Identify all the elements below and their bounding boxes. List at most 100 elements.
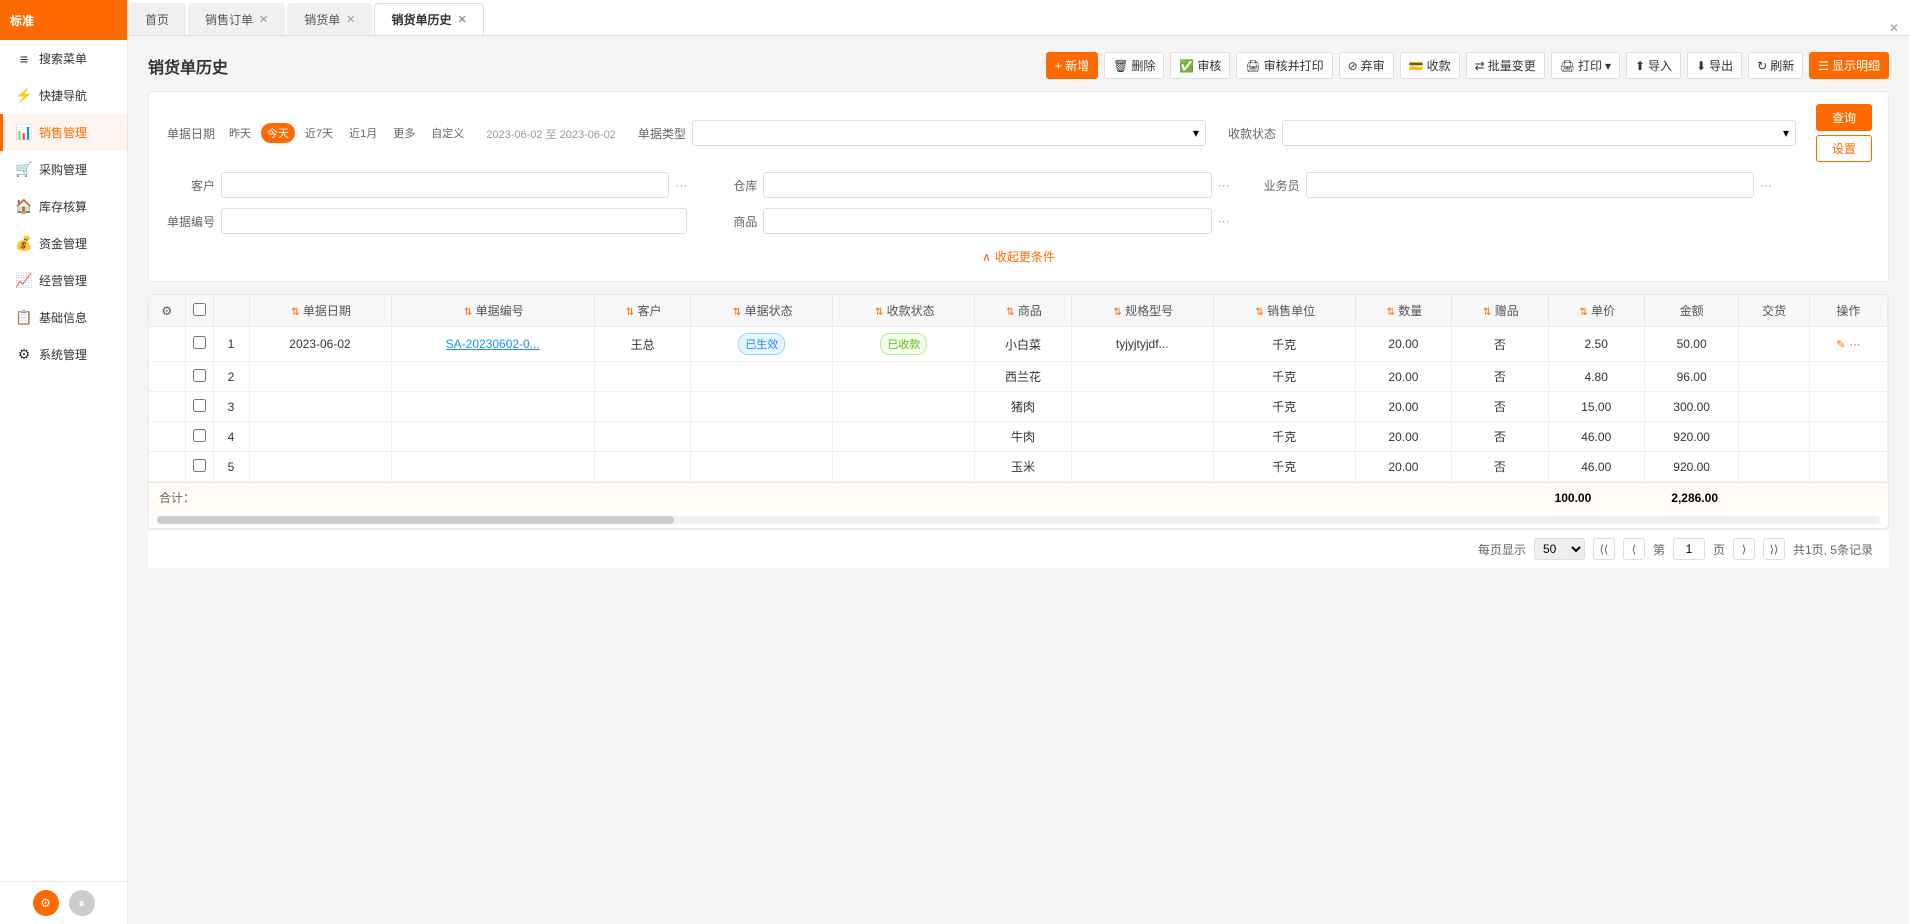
sidebar-item-stock-calc[interactable]: 🏠 库存核算 — [0, 188, 127, 225]
add-button[interactable]: + 新增 — [1046, 52, 1098, 79]
sidebar-item-quick-nav[interactable]: ⚡ 快捷导航 — [0, 77, 127, 114]
show-detail-button[interactable]: ☰ 显示明细 — [1809, 52, 1889, 79]
edit-action-btn[interactable]: ✎ — [1836, 339, 1845, 351]
goods-input[interactable] — [763, 208, 1211, 234]
col-customer[interactable]: ⇅ 客户 — [594, 295, 690, 327]
col-quantity[interactable]: ⇅ 数量 — [1355, 295, 1451, 327]
data-table: ⚙ ⇅ 单据日期 ⇅ 单据编号 ⇅ 客户 — [149, 295, 1888, 482]
finance-icon: 💰 — [15, 235, 33, 252]
abandon-button[interactable]: ⊘ 弃审 — [1339, 52, 1394, 79]
export-button[interactable]: ⬇ 导出 — [1687, 52, 1742, 79]
page-next-btn[interactable]: ⟩ — [1733, 538, 1755, 560]
horizontal-scrollbar[interactable] — [157, 516, 1880, 524]
warehouse-ellipsis[interactable]: ··· — [1218, 178, 1230, 192]
sidebar-item-sys-mgmt[interactable]: ⚙ 系统管理 — [0, 336, 127, 373]
sort-icon: ⇅ — [291, 307, 299, 318]
sidebar-item-ops-mgmt[interactable]: 📈 经营管理 — [0, 262, 127, 299]
page-title: 销货单历史 — [148, 54, 228, 78]
col-gift[interactable]: ⇅ 赠品 — [1452, 295, 1548, 327]
print-button[interactable]: 🖨 打印 ▾ — [1551, 52, 1620, 79]
row-pay-status: 已收款 — [833, 327, 975, 362]
review-print-button[interactable]: 🖨 审核并打印 — [1236, 52, 1332, 79]
table-row: 2西兰花千克20.00否4.8096.00 — [149, 362, 1888, 392]
warehouse-input[interactable] — [763, 172, 1211, 198]
col-gear[interactable]: ⚙ — [149, 295, 185, 327]
doc-no-input[interactable] — [221, 208, 687, 234]
batch-change-button[interactable]: ⇄ 批量变更 — [1466, 52, 1545, 79]
customer-ellipsis[interactable]: ··· — [675, 178, 687, 192]
setting-button[interactable]: 设置 — [1816, 135, 1872, 162]
stock-icon: 🏠 — [15, 198, 33, 215]
row-amount: 50.00 — [1644, 327, 1738, 362]
goods-ellipsis[interactable]: ··· — [1218, 214, 1230, 228]
row-unit-price: 15.00 — [1548, 392, 1644, 422]
sort-icon: ⇅ — [1006, 307, 1014, 318]
tab-close-sales-order[interactable]: ✕ — [259, 13, 268, 26]
scrollbar-thumb[interactable] — [157, 516, 674, 524]
page-first-btn[interactable]: ⟨⟨ — [1593, 538, 1615, 560]
tab-sales-order[interactable]: 销售订单 ✕ — [188, 3, 285, 35]
collect-button[interactable]: 💳 收款 — [1400, 52, 1460, 79]
sidebar-item-finance-mgmt[interactable]: 💰 资金管理 — [0, 225, 127, 262]
tab-close-sales-goods[interactable]: ✕ — [346, 13, 355, 26]
page-prev-btn[interactable]: ⟨ — [1623, 538, 1645, 560]
delete-button[interactable]: 🗑 删除 — [1104, 52, 1164, 79]
page-input[interactable] — [1673, 538, 1705, 560]
export-icon: ⬇ — [1696, 59, 1706, 73]
date-pill-more[interactable]: 更多 — [387, 123, 421, 143]
per-page-select[interactable]: 50 100 200 — [1534, 538, 1585, 560]
col-goods[interactable]: ⇅ 商品 — [975, 295, 1071, 327]
tab-bar-close-all[interactable]: ✕ — [1889, 21, 1909, 35]
date-pill-1month[interactable]: 近1月 — [343, 123, 383, 143]
row-amount: 300.00 — [1644, 392, 1738, 422]
tab-close-sales-history[interactable]: ✕ — [458, 13, 467, 26]
tab-sales-goods[interactable]: 销货单 ✕ — [287, 3, 372, 35]
col-doc-no[interactable]: ⇅ 单据编号 — [391, 295, 594, 327]
sidebar-settings-btn[interactable]: ⚙ — [33, 890, 59, 916]
row-transaction — [1739, 452, 1809, 482]
sidebar-item-sales-mgmt[interactable]: 📊 销售管理 — [0, 114, 127, 151]
sidebar-item-basic-info[interactable]: 📋 基础信息 — [0, 299, 127, 336]
customer-input[interactable] — [221, 172, 669, 198]
col-pay-status[interactable]: ⇅ 收款状态 — [833, 295, 975, 327]
sidebar-pause-btn[interactable]: ⏸ — [69, 890, 95, 916]
row-checkbox[interactable] — [185, 392, 213, 422]
select-all-checkbox[interactable] — [193, 303, 206, 316]
more-action-btn[interactable]: ⋯ — [1849, 339, 1860, 351]
col-checkbox[interactable] — [185, 295, 213, 327]
col-doc-status[interactable]: ⇅ 单据状态 — [691, 295, 833, 327]
row-doc-no[interactable]: SA-20230602-0... — [391, 327, 594, 362]
page-last-btn[interactable]: ⟩⟩ — [1763, 538, 1785, 560]
query-button[interactable]: 查询 — [1816, 104, 1872, 131]
date-pill-today[interactable]: 今天 — [261, 123, 295, 143]
pay-status-select[interactable]: ▾ — [1282, 120, 1796, 146]
collapse-button[interactable]: ∧ 收起更条件 — [165, 244, 1872, 269]
row-checkbox[interactable] — [185, 422, 213, 452]
date-pill-7days[interactable]: 近7天 — [299, 123, 339, 143]
sidebar-item-purchase-mgmt[interactable]: 🛒 采购管理 — [0, 151, 127, 188]
row-checkbox[interactable] — [185, 327, 213, 362]
import-button[interactable]: ⬆ 导入 — [1626, 52, 1681, 79]
date-pill-yesterday[interactable]: 昨天 — [223, 123, 257, 143]
col-unit-price[interactable]: ⇅ 单价 — [1548, 295, 1644, 327]
filter-row-1: 单据日期 昨天 今天 近7天 近1月 更多 自定义 2023-06-02 至 2… — [165, 104, 1872, 162]
row-checkbox[interactable] — [185, 362, 213, 392]
row-amount: 96.00 — [1644, 362, 1738, 392]
date-pill-custom[interactable]: 自定义 — [425, 123, 470, 143]
row-gear — [149, 422, 185, 452]
col-spec[interactable]: ⇅ 规格型号 — [1071, 295, 1213, 327]
tab-home[interactable]: 首页 — [128, 3, 186, 35]
col-sales-unit[interactable]: ⇅ 销售单位 — [1213, 295, 1355, 327]
row-gift: 否 — [1452, 452, 1548, 482]
col-doc-date[interactable]: ⇅ 单据日期 — [249, 295, 391, 327]
salesperson-input[interactable] — [1306, 172, 1754, 198]
doc-type-select[interactable]: ▾ — [692, 120, 1206, 146]
review-button[interactable]: ✅ 审核 — [1170, 52, 1230, 79]
chevron-down-icon2: ▾ — [1783, 126, 1789, 140]
tab-sales-history[interactable]: 销货单历史 ✕ — [374, 3, 483, 35]
row-checkbox[interactable] — [185, 452, 213, 482]
sort-icon: ⇅ — [464, 307, 472, 318]
refresh-button[interactable]: ↻ 刷新 — [1748, 52, 1803, 79]
salesperson-ellipsis[interactable]: ··· — [1760, 178, 1772, 192]
sidebar-item-search-menu[interactable]: ≡ 搜索菜单 — [0, 40, 127, 77]
